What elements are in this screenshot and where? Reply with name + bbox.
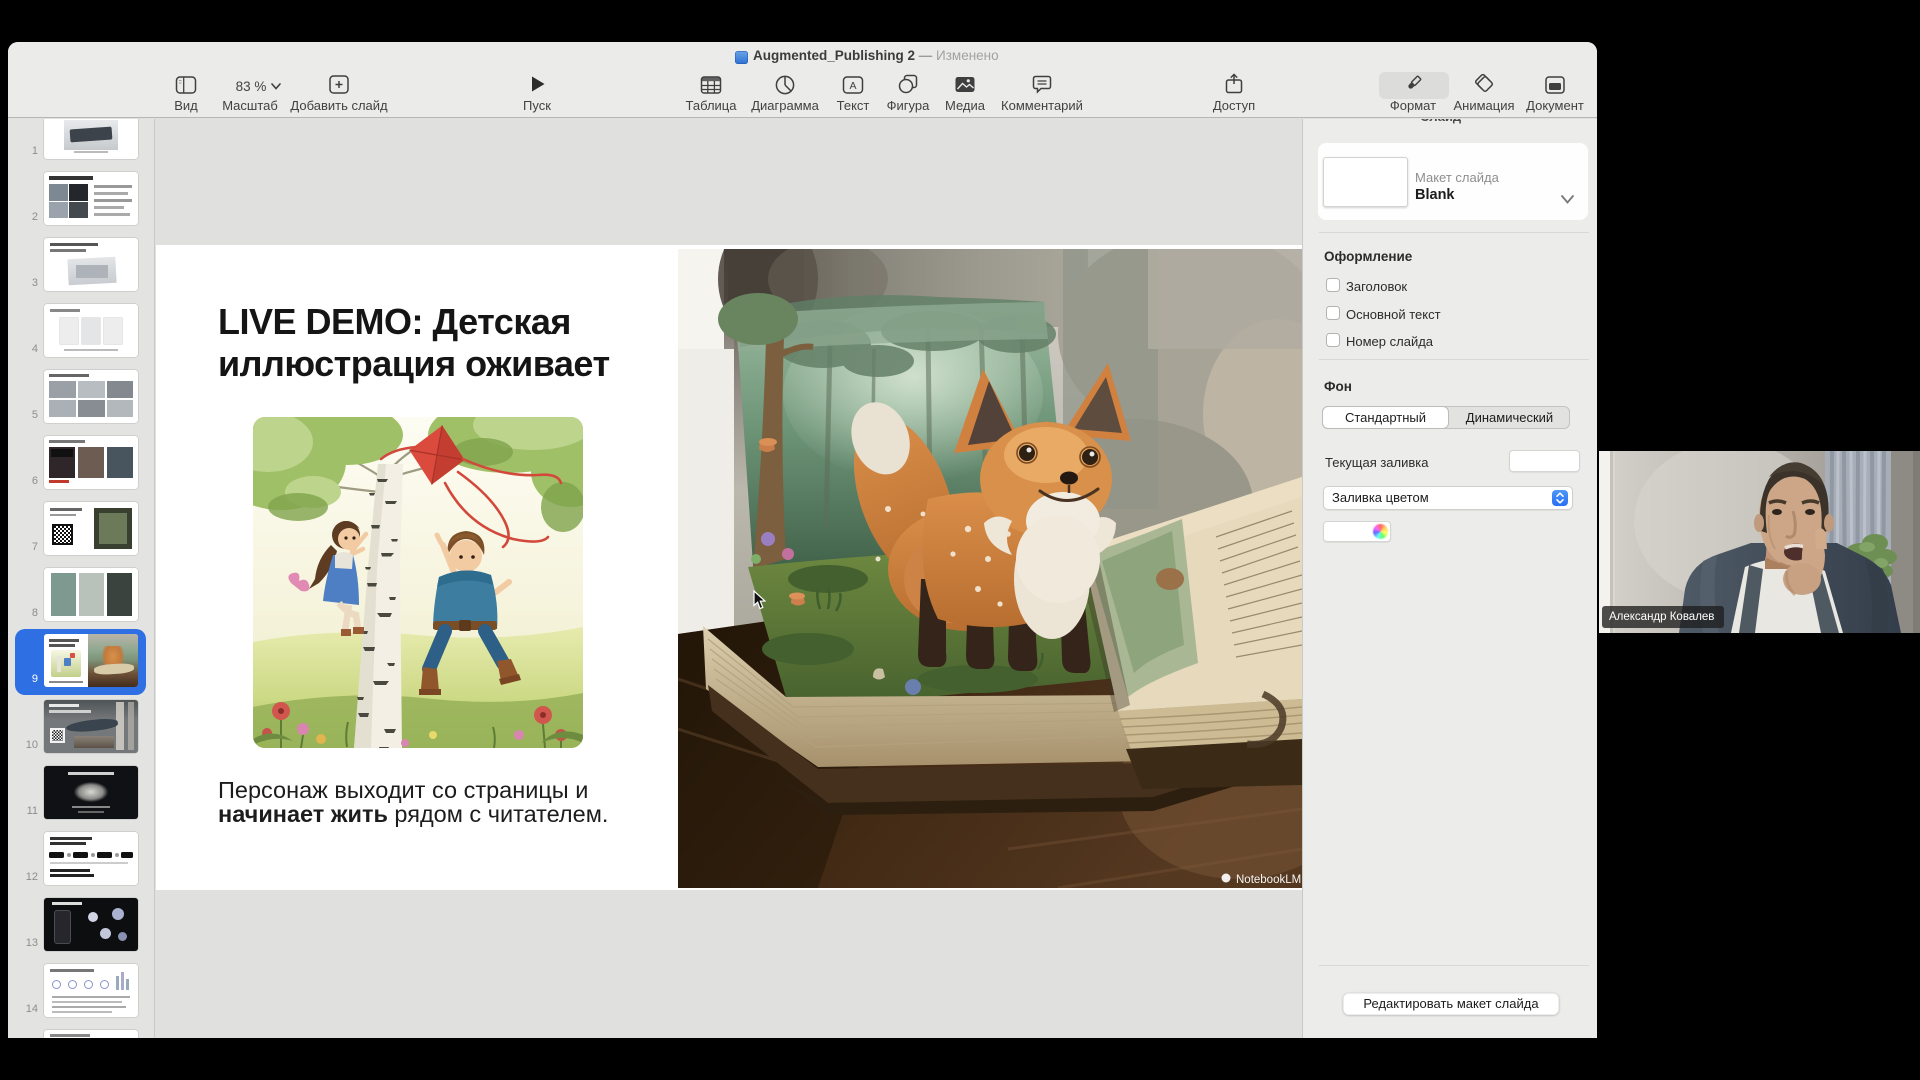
svg-text:A: A <box>849 80 856 92</box>
svg-text:NotebookLM: NotebookLM <box>1236 874 1301 886</box>
